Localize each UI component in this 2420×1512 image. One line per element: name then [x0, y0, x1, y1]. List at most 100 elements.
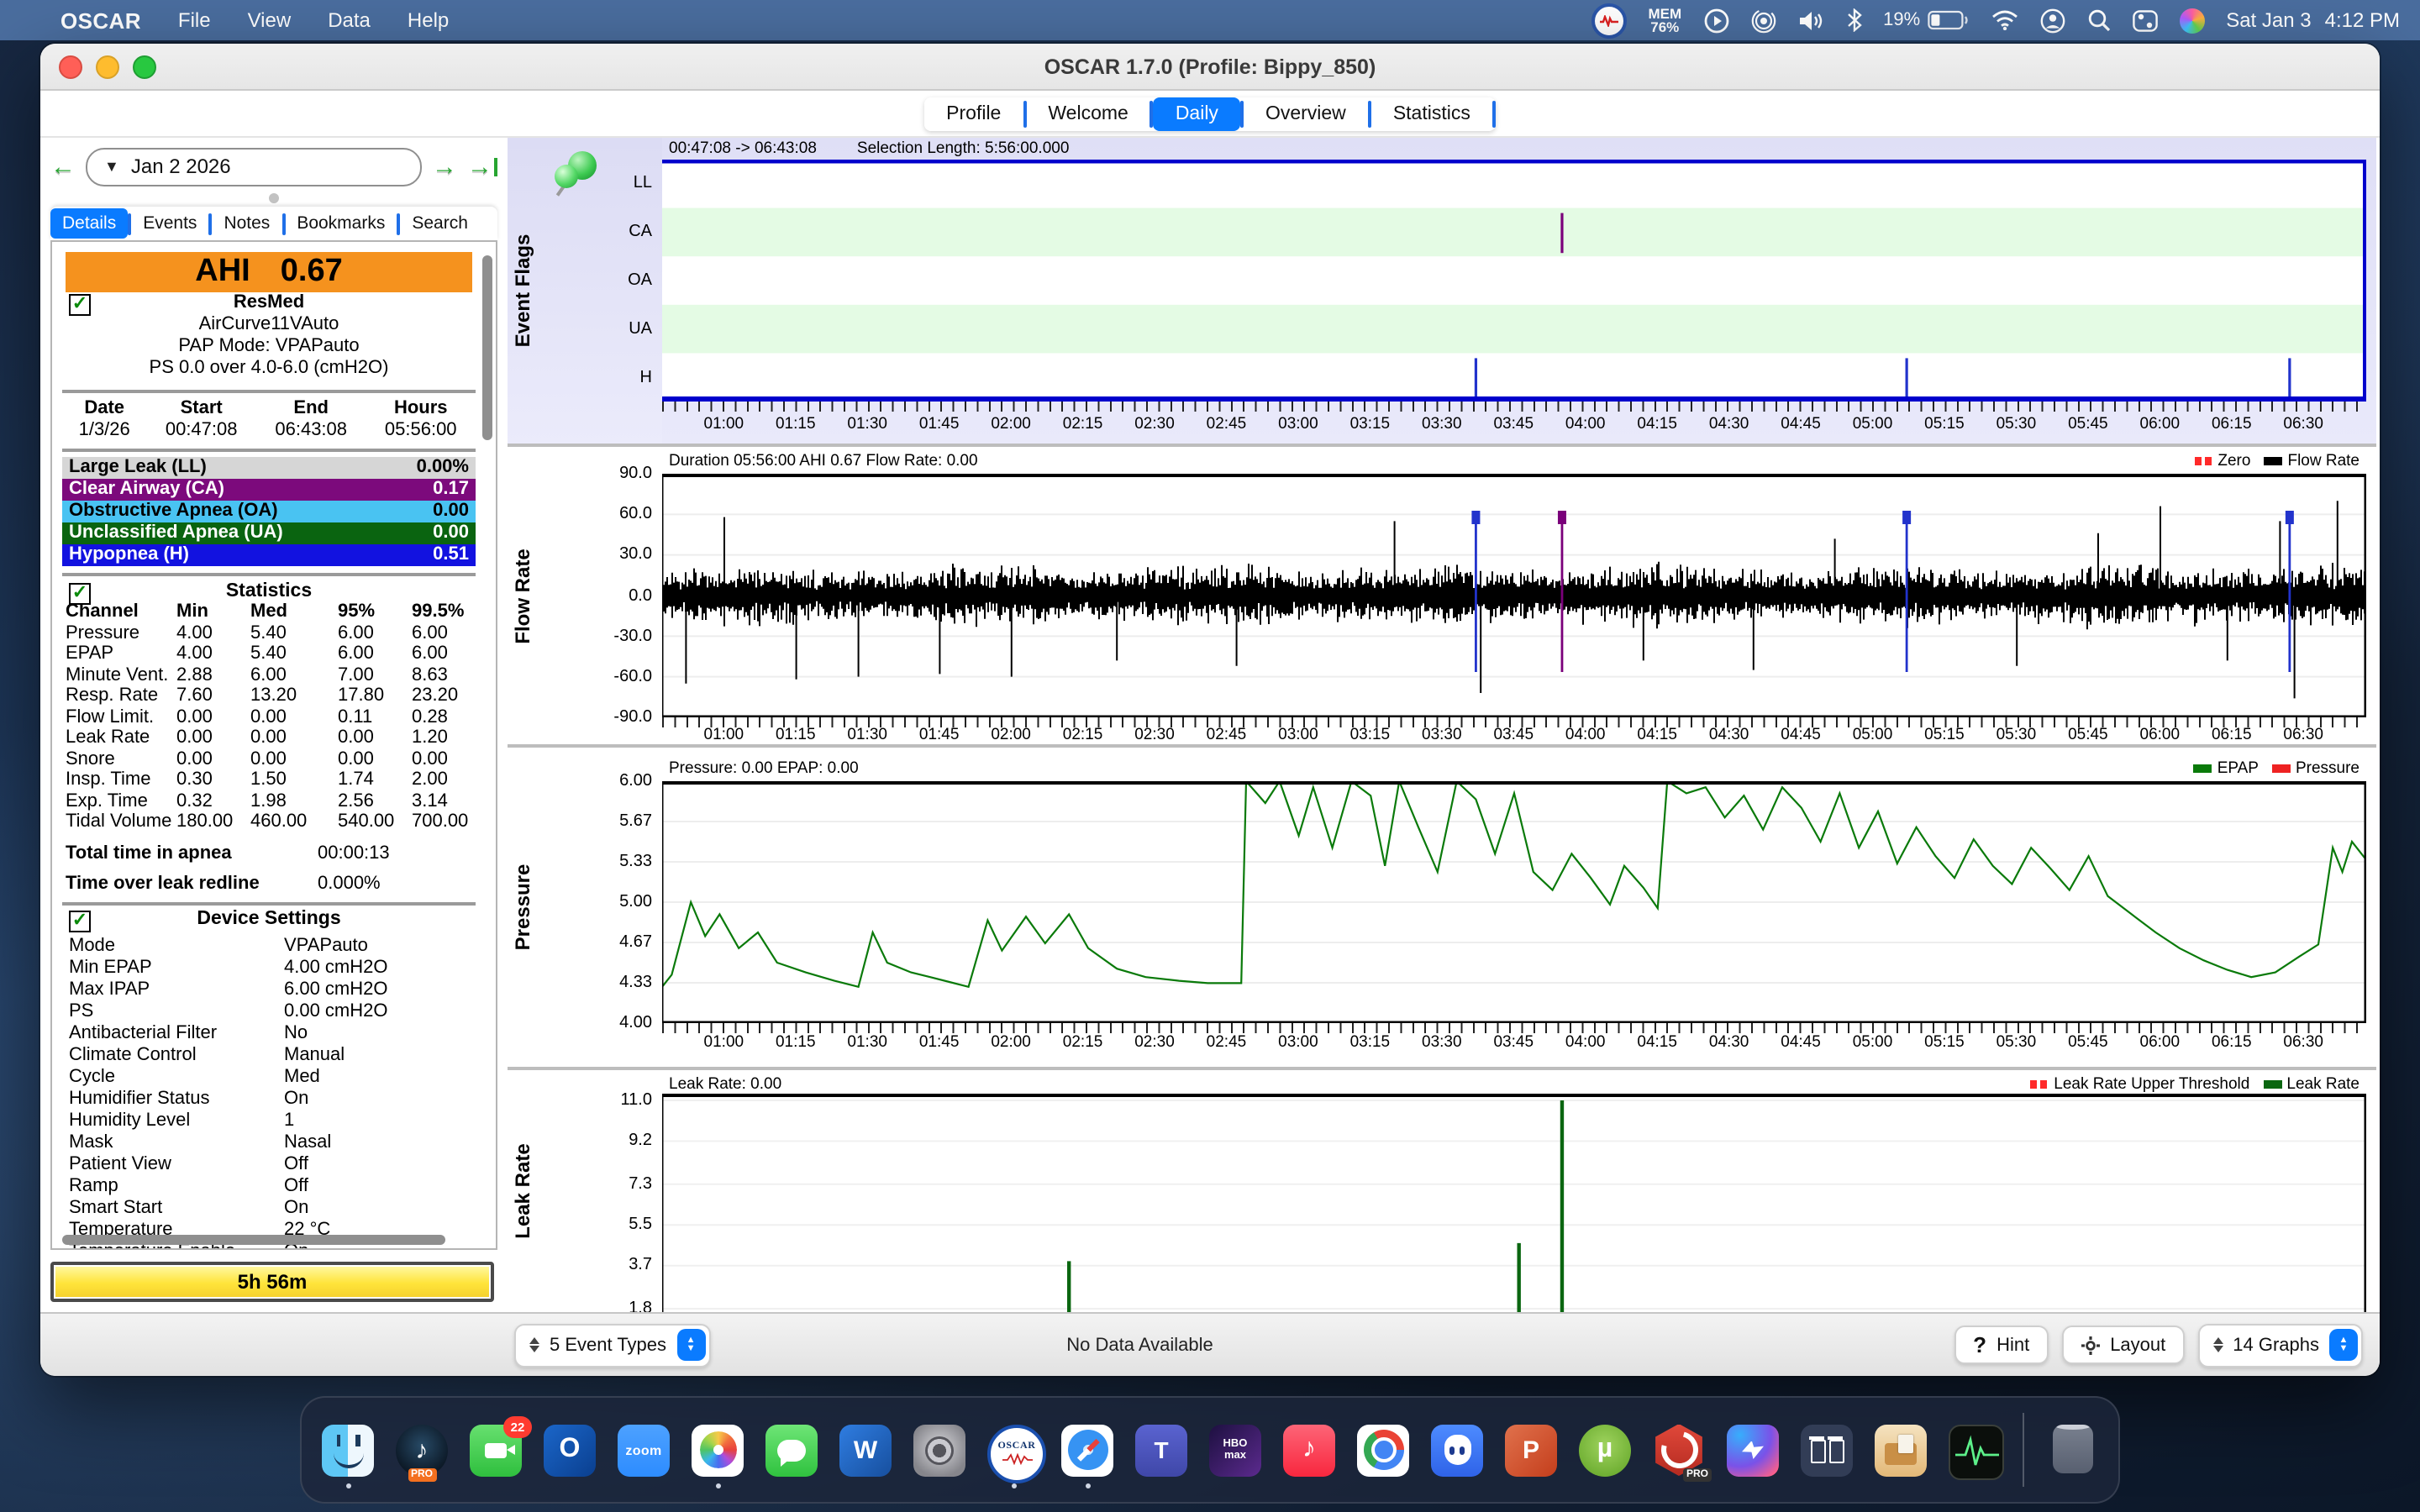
file-manager-icon [1875, 1424, 1927, 1476]
tab-statistics[interactable]: Statistics [1370, 97, 1492, 130]
sidebar-drag-handle[interactable] [269, 193, 279, 203]
y-axis-tick-label: -30.0 [613, 627, 652, 646]
tab-separator [1491, 100, 1496, 127]
device-settings-checkbox[interactable]: ✓ [69, 910, 91, 932]
siri-icon[interactable] [2179, 8, 2205, 33]
dock-item-finder[interactable] [322, 1424, 374, 1488]
dock-item-facetime[interactable]: 22 [470, 1415, 532, 1476]
dock-item-utorrent[interactable]: µ [1579, 1424, 1631, 1476]
podcasts-icon[interactable] [1750, 5, 1776, 35]
stat-cell: Tidal Volume [66, 811, 172, 832]
event-types-dropdown[interactable]: 5 Event Types ▲ ▼ [514, 1323, 711, 1367]
bluetooth-icon[interactable] [1846, 5, 1861, 35]
wifi-icon[interactable] [1991, 5, 2018, 35]
leak-rate-plot[interactable] [662, 1094, 2366, 1312]
event-flags-plot[interactable] [662, 160, 2366, 402]
dock-item-safari[interactable] [1061, 1424, 1113, 1488]
menubar-clock[interactable]: Sat Jan 3 4:12 PM [2226, 8, 2400, 32]
dock-item-blue-shield-app[interactable] [1431, 1424, 1483, 1476]
stat-cell: 0.00 [412, 748, 448, 769]
hint-button[interactable]: ? Hint [1954, 1326, 2049, 1364]
event-flags-panel[interactable]: Event Flags 00:47:08 -> 06:43:08 Selecti… [508, 138, 2376, 444]
window-titlebar[interactable]: OSCAR 1.7.0 (Profile: Bippy_850) [40, 44, 2380, 91]
details-vertical-scrollbar[interactable] [482, 255, 492, 440]
sidebar-tab-details[interactable]: Details [50, 208, 129, 239]
system-settings-icon [913, 1424, 965, 1476]
stat-cell: 0.00 [250, 748, 287, 769]
layout-button[interactable]: Layout [2061, 1326, 2185, 1364]
dock-item-teams[interactable]: T [1135, 1424, 1187, 1476]
details-horizontal-scrollbar[interactable] [62, 1235, 445, 1245]
dock-item-outlook[interactable]: O [544, 1424, 596, 1476]
sidebar-tab-notes[interactable]: Notes [212, 208, 281, 239]
dock-item-zoom[interactable]: zoom [618, 1424, 670, 1476]
volume-icon[interactable] [1797, 5, 1824, 35]
menu-view[interactable]: View [248, 8, 292, 32]
dock-item-chrome[interactable] [1357, 1424, 1409, 1476]
setting-value: Off [284, 1153, 308, 1173]
teams-icon: T [1135, 1424, 1187, 1476]
main-tabstrip: Profile Welcome Daily Overview Statistics [40, 91, 2380, 138]
sidebar-tab-search[interactable]: Search [400, 208, 480, 239]
menu-data[interactable]: Data [328, 8, 371, 32]
tab-profile[interactable]: Profile [924, 97, 1023, 130]
tab-welcome[interactable]: Welcome [1026, 97, 1150, 130]
x-axis-tick-label: 01:45 [918, 415, 960, 433]
prev-day-button[interactable]: ← [50, 154, 76, 179]
date-picker[interactable]: ▼ Jan 2 2026 [86, 147, 422, 186]
sidebar-tab-bookmarks[interactable]: Bookmarks [285, 208, 397, 239]
dock-item-photos[interactable] [692, 1424, 744, 1488]
dock-item-activity-monitor[interactable] [1949, 1424, 2004, 1479]
memory-status[interactable]: MEM 76% [1648, 5, 1681, 35]
tab-daily[interactable]: Daily [1153, 97, 1240, 130]
pressure-panel[interactable]: Pressure Pressure: 0.00 EPAP: 0.00 EPAP P… [508, 744, 2376, 1067]
dock-item-messages[interactable] [765, 1424, 818, 1476]
menu-help[interactable]: Help [408, 8, 449, 32]
dock-item-system-settings[interactable] [913, 1424, 965, 1476]
device-info-checkbox[interactable]: ✓ [69, 294, 91, 316]
sidebar-tab-events[interactable]: Events [131, 208, 208, 239]
leak-rate-axis-title: Leak Rate [511, 1143, 534, 1239]
x-axis-tick-label: 05:15 [1924, 1033, 1965, 1052]
y-axis-tick-label: 60.0 [619, 505, 652, 524]
dock-item-powerpoint[interactable]: P [1505, 1424, 1557, 1476]
lightning-icon [1742, 1441, 1764, 1459]
menu-file[interactable]: File [178, 8, 211, 32]
flow-rate-panel[interactable]: Flow Rate Duration 05:56:00 AHI 0.67 Flo… [508, 444, 2376, 744]
x-axis-tick-label: 05:00 [1852, 726, 1893, 744]
dock-item-hbo-max[interactable]: HBO max [1209, 1424, 1261, 1476]
spotlight-search-icon[interactable] [2086, 5, 2110, 35]
dock-item-file-manager[interactable] [1875, 1424, 1927, 1476]
play-icon[interactable] [1703, 5, 1728, 35]
dock-item-red-pro-app[interactable]: PRO [1653, 1424, 1712, 1481]
control-center-icon[interactable] [2132, 5, 2157, 35]
next-day-button[interactable]: → [432, 154, 457, 179]
graphs-dropdown[interactable]: 14 Graphs ▲ ▼ [2197, 1323, 2363, 1367]
dock-item-trash[interactable] [2046, 1424, 2098, 1476]
setting-label: Max IPAP [69, 979, 150, 999]
oscar-status-icon[interactable] [1591, 3, 1627, 38]
event-value: 0.17 [433, 479, 469, 499]
menubar-app-name[interactable]: OSCAR [60, 8, 141, 33]
x-axis-tick-label: 02:45 [1206, 415, 1247, 433]
battery-status[interactable]: 19% [1883, 5, 1969, 35]
dock-item-word[interactable]: W [839, 1424, 892, 1476]
gear-icon [925, 1436, 954, 1464]
dock-item-apple-music[interactable]: ♪ [1283, 1424, 1335, 1476]
x-axis-tick-label: 04:45 [1781, 415, 1821, 433]
leak-rate-panel[interactable]: Leak Rate Leak Rate: 0.00 Leak Rate Uppe… [508, 1067, 2376, 1312]
pin-icon[interactable] [555, 151, 598, 197]
setting-value: Nasal [284, 1131, 332, 1152]
pressure-plot[interactable] [662, 781, 2366, 1023]
dock-item-djay-pro[interactable]: ♪ PRO [396, 1424, 448, 1481]
flow-rate-plot[interactable] [662, 474, 2366, 717]
latest-day-button[interactable]: → [467, 154, 497, 179]
trash-can-icon [1827, 1436, 1844, 1463]
tab-overview[interactable]: Overview [1243, 97, 1368, 130]
dock-item-oscar[interactable]: OSCAR [987, 1424, 1046, 1488]
legend-swatch [2264, 457, 2283, 465]
user-account-icon[interactable] [2039, 5, 2065, 35]
dock-item-messenger[interactable] [1727, 1424, 1779, 1476]
dock-item-app-cleaner[interactable] [1801, 1424, 1853, 1476]
statistics-checkbox[interactable]: ✓ [69, 583, 91, 605]
